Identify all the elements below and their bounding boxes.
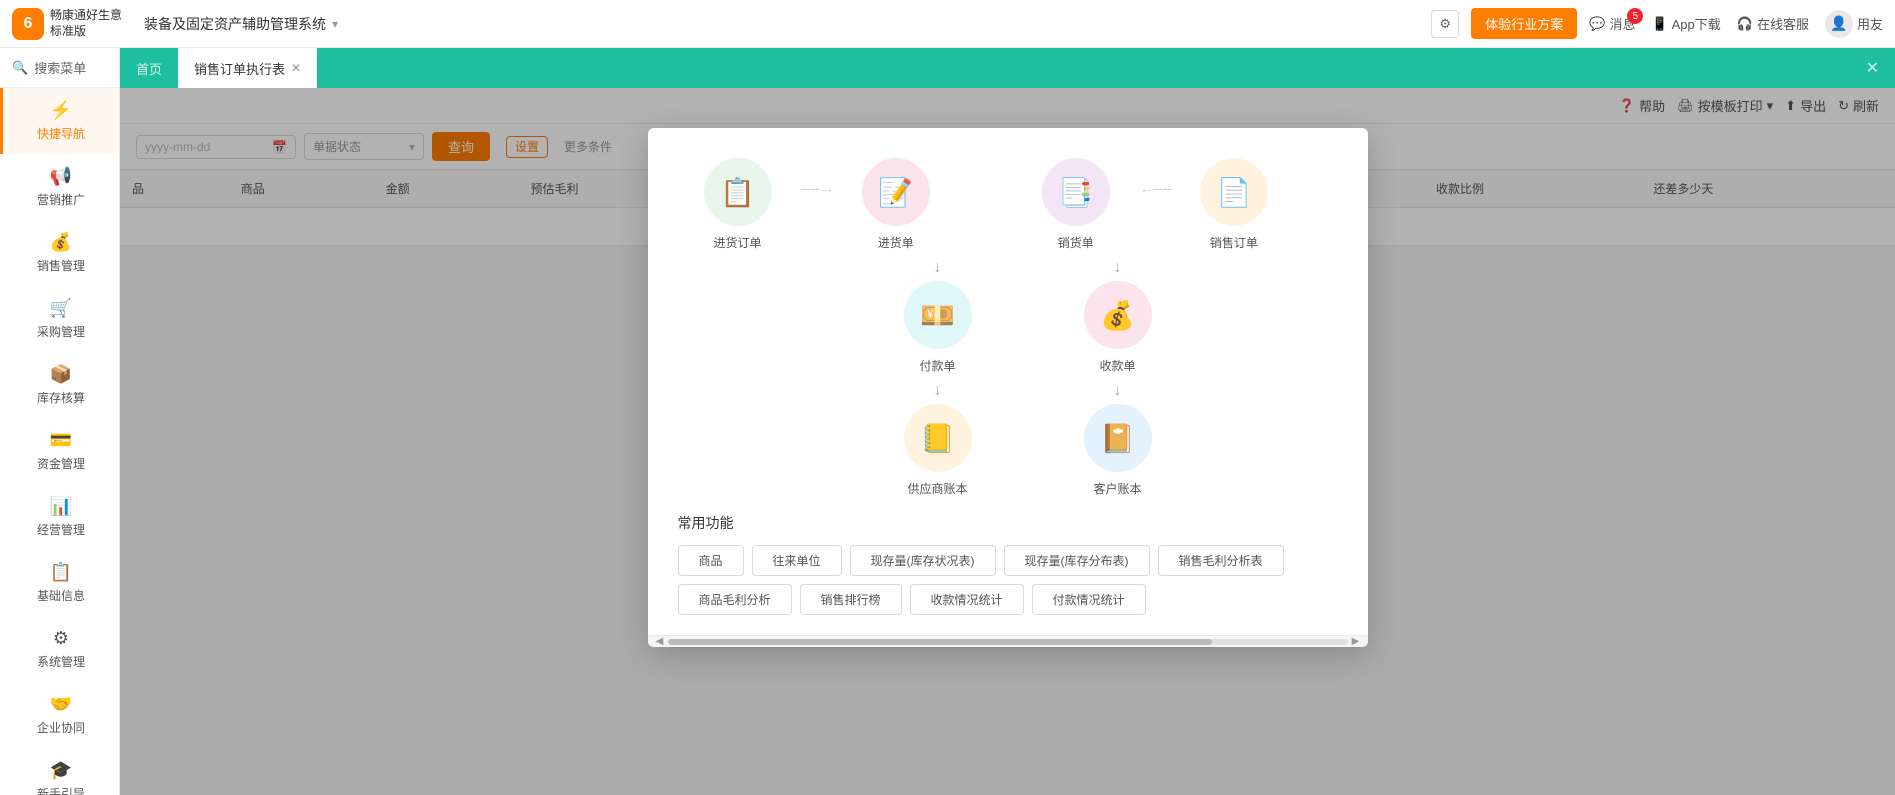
receipt-icon: 💰 xyxy=(1084,281,1152,349)
scroll-thumb xyxy=(668,639,1212,645)
search-menu[interactable]: 🔍 搜索菜单 xyxy=(0,48,119,88)
func-btn-stock-dist[interactable]: 现存量(库存分布表) xyxy=(1004,545,1150,576)
supplier-ledger-label: 供应商账本 xyxy=(907,480,967,497)
page-content: ❓帮助 🖨按模板打印 ▾ ⬆导出 ↻刷新 yy xyxy=(120,88,1895,795)
purchase-bill-icon: 📝 xyxy=(862,158,930,226)
sidebar-item-collaboration[interactable]: 🤝 企业协同 xyxy=(0,682,119,748)
sales-bill-label: 销货单 xyxy=(1058,234,1094,251)
sidebar-item-marketing[interactable]: 📢 营销推广 xyxy=(0,154,119,220)
flow-node-sales-bill: 📑 销货单 xyxy=(1016,158,1136,251)
func-btn-receipt-stats[interactable]: 收款情况统计 xyxy=(910,584,1024,615)
sales-order-icon: 📄 xyxy=(1200,158,1268,226)
payment-icon: 💴 xyxy=(904,281,972,349)
quick-nav-icon: ⚡ xyxy=(50,100,72,121)
purchase-bill-label: 进货单 xyxy=(878,234,914,251)
logo-icon: 6 xyxy=(12,8,44,40)
scroll-right-btn[interactable]: ▶ xyxy=(1348,634,1364,648)
customer-ledger-label: 客户账本 xyxy=(1093,480,1141,497)
func-btn-counterparty[interactable]: 往来单位 xyxy=(752,545,842,576)
sidebar: 🔍 搜索菜单 ⚡ 快捷导航 📢 营销推广 💰 销售管理 🛒 采 xyxy=(0,48,120,795)
sidebar-item-system[interactable]: ⚙ 系统管理 xyxy=(0,616,119,682)
flow-node-supplier-ledger: 📒 供应商账本 xyxy=(878,404,998,497)
func-btn-sales-margin[interactable]: 销售毛利分析表 xyxy=(1158,545,1284,576)
flow-node-payment: 💴 付款单 xyxy=(878,281,998,374)
tab-bar: 首页 销售订单执行表 ✕ ✕ xyxy=(120,48,1895,88)
sidebar-item-inventory[interactable]: 📦 库存核算 xyxy=(0,352,119,418)
flow-modal: 📋 进货订单 - - - - → xyxy=(648,128,1368,647)
collaboration-icon: 🤝 xyxy=(50,694,72,715)
tab-bar-close-icon[interactable]: ✕ xyxy=(1850,58,1895,78)
common-func-buttons: 商品 往来单位 现存量(库存状况表) 现存量(库存分布表) 销售毛利分析表 商品… xyxy=(678,545,1338,615)
scroll-left-btn[interactable]: ◀ xyxy=(652,634,668,648)
sales-icon: 💰 xyxy=(50,232,72,253)
flow-node-sales-order: 📄 销售订单 xyxy=(1174,158,1294,251)
basic-info-icon: 📋 xyxy=(50,562,72,583)
func-btn-sales-rank[interactable]: 销售排行榜 xyxy=(800,584,902,615)
inventory-icon: 📦 xyxy=(50,364,72,385)
customer-ledger-icon: 📔 xyxy=(1084,404,1152,472)
app-download-button[interactable]: 📱 App下载 xyxy=(1651,14,1720,33)
sidebar-item-quick-nav[interactable]: ⚡ 快捷导航 xyxy=(0,88,119,154)
logo-area: 6 畅康通好生意标准版 xyxy=(12,8,132,40)
purchase-order-icon: 📋 xyxy=(704,158,772,226)
system-title: 装备及固定资产辅助管理系统 ▾ xyxy=(144,14,1419,34)
sidebar-item-purchase[interactable]: 🛒 采购管理 xyxy=(0,286,119,352)
modal-scrollbar[interactable]: ◀ ▶ xyxy=(648,635,1368,647)
content-area: 首页 销售订单执行表 ✕ ✕ ❓帮助 🖨按模板打印 ▾ xyxy=(120,48,1895,795)
flow-node-customer-ledger: 📔 客户账本 xyxy=(1058,404,1178,497)
sales-bill-icon: 📑 xyxy=(1042,158,1110,226)
user-menu[interactable]: 👤 用友 xyxy=(1825,10,1883,38)
supplier-ledger-icon: 📒 xyxy=(904,404,972,472)
flow-node-purchase-order: 📋 进货订单 xyxy=(678,158,798,251)
tab-sales-order[interactable]: 销售订单执行表 ✕ xyxy=(178,48,317,88)
tab-close-icon[interactable]: ✕ xyxy=(291,61,301,75)
settings-icon[interactable]: ⚙ xyxy=(1431,10,1459,38)
func-btn-product[interactable]: 商品 xyxy=(678,545,744,576)
sidebar-item-finance[interactable]: 💳 资金管理 xyxy=(0,418,119,484)
sidebar-item-operations[interactable]: 📊 经营管理 xyxy=(0,484,119,550)
sidebar-item-sales[interactable]: 💰 销售管理 xyxy=(0,220,119,286)
purchase-icon: 🛒 xyxy=(50,298,72,319)
sidebar-nav: ⚡ 快捷导航 📢 营销推广 💰 销售管理 🛒 采购管理 📦 库存核算 xyxy=(0,88,119,795)
system-icon: ⚙ xyxy=(53,628,69,649)
message-button[interactable]: 💬 消息 5 xyxy=(1589,14,1635,33)
avatar: 👤 xyxy=(1825,10,1853,38)
func-btn-stock-status[interactable]: 现存量(库存状况表) xyxy=(850,545,996,576)
func-btn-product-margin[interactable]: 商品毛利分析 xyxy=(678,584,792,615)
experience-button[interactable]: 体验行业方案 xyxy=(1471,8,1577,39)
purchase-order-label: 进货订单 xyxy=(713,234,761,251)
message-badge: 5 xyxy=(1627,8,1643,24)
online-service-button[interactable]: 🎧 在线客服 xyxy=(1737,14,1809,33)
sidebar-item-tutorial[interactable]: 🎓 新手引导 xyxy=(0,748,119,795)
system-dropdown-icon[interactable]: ▾ xyxy=(332,17,338,31)
modal-overlay: 📋 进货订单 - - - - → xyxy=(120,88,1895,795)
marketing-icon: 📢 xyxy=(50,166,72,187)
func-btn-payment-stats[interactable]: 付款情况统计 xyxy=(1032,584,1146,615)
logo-text: 畅康通好生意标准版 xyxy=(50,8,122,39)
sidebar-item-basic-info[interactable]: 📋 基础信息 xyxy=(0,550,119,616)
scroll-track xyxy=(668,639,1348,645)
flow-node-receipt: 💰 收款单 xyxy=(1058,281,1178,374)
modal-scroll-area: 📋 进货订单 - - - - → xyxy=(648,128,1368,635)
finance-icon: 💳 xyxy=(50,430,72,451)
tab-home[interactable]: 首页 xyxy=(120,48,178,88)
payment-label: 付款单 xyxy=(919,357,955,374)
receipt-label: 收款单 xyxy=(1099,357,1135,374)
common-func-title: 常用功能 xyxy=(678,513,1338,533)
tutorial-icon: 🎓 xyxy=(50,760,72,781)
flow-node-purchase-bill: 📝 进货单 xyxy=(836,158,956,251)
operations-icon: 📊 xyxy=(50,496,72,517)
sales-order-label: 销售订单 xyxy=(1210,234,1258,251)
